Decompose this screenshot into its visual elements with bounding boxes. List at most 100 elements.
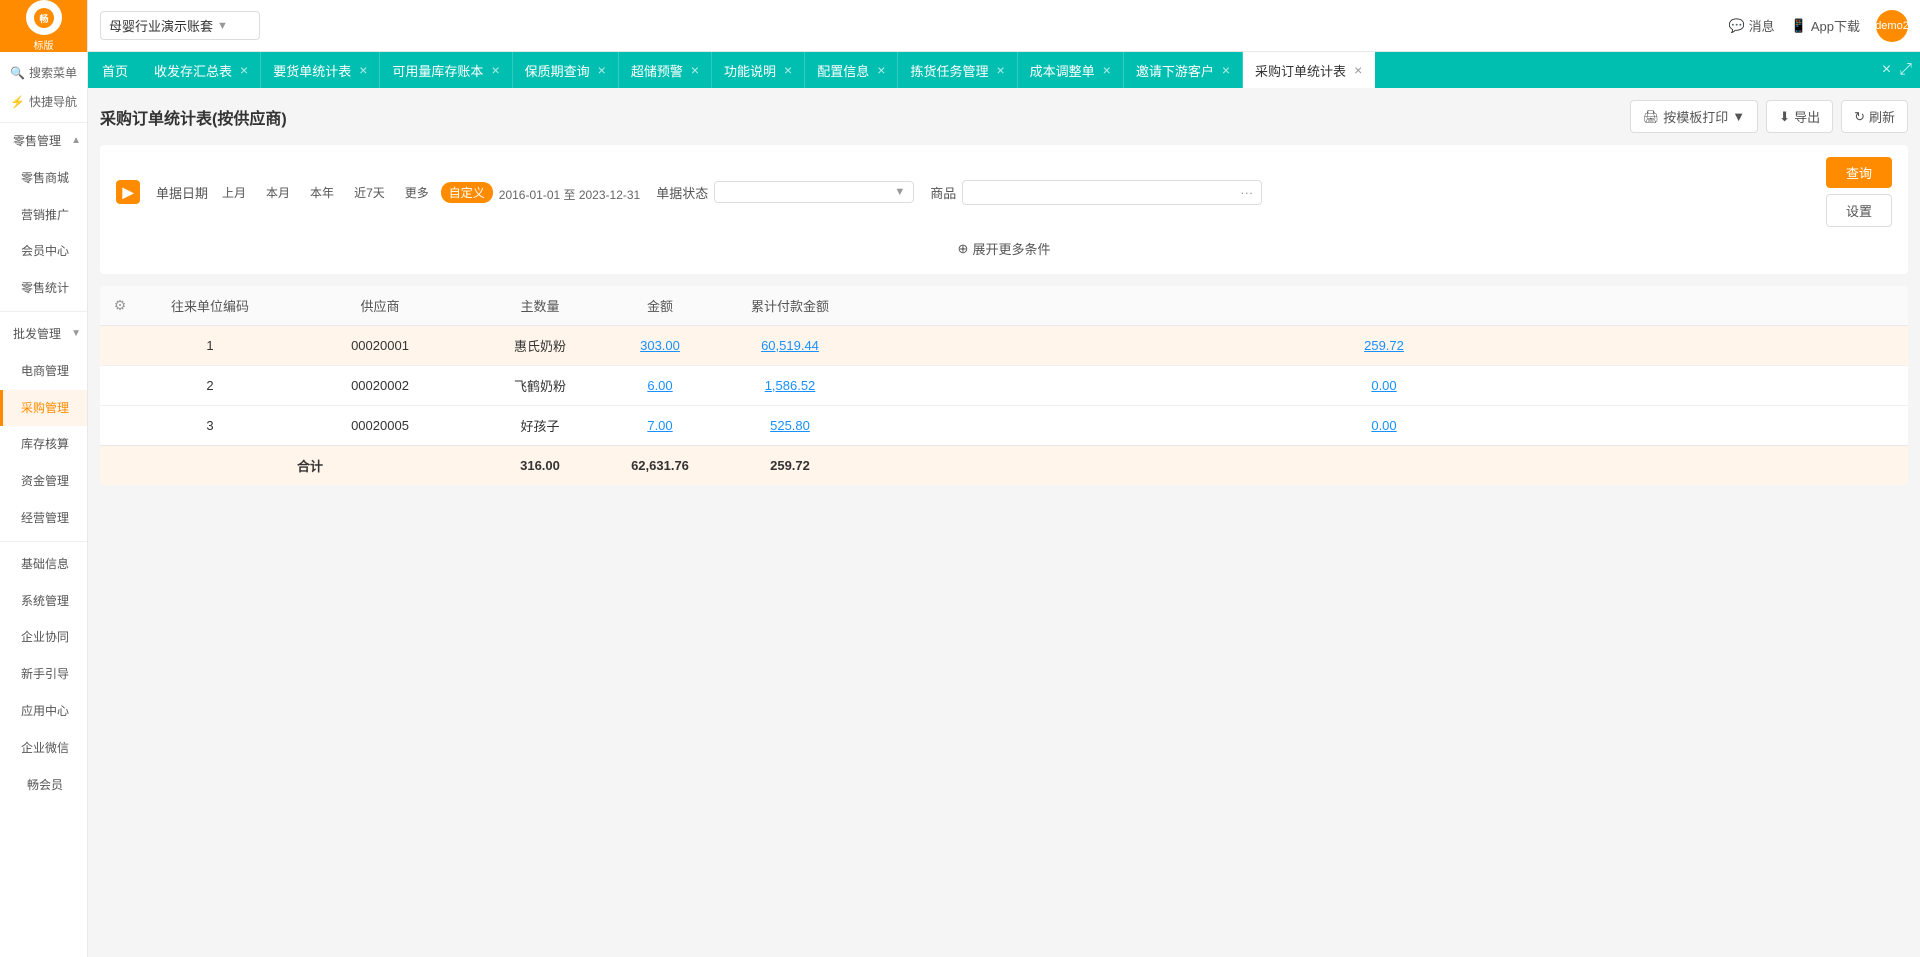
tab-close-receive-summary[interactable]: × (240, 63, 248, 77)
sidebar-item-ops[interactable]: 经营管理 (0, 500, 87, 537)
sidebar-item-member2[interactable]: 畅会员 (0, 767, 87, 804)
date-btn-this-month[interactable]: 本月 (258, 182, 298, 203)
row-paid-cell[interactable]: 0.00 (860, 406, 1908, 446)
sidebar-item-newbie[interactable]: 新手引导 (0, 656, 87, 693)
query-button[interactable]: 查询 (1826, 157, 1892, 188)
search-icon: 🔍 (10, 66, 25, 80)
svg-text:畅: 畅 (39, 13, 48, 24)
page-content: 采购订单统计表(按供应商) 🖨 按模板打印 ▼ ⬇ 导出 ↻ 刷新 (88, 88, 1920, 957)
tab-function-desc[interactable]: 功能说明 × (712, 52, 805, 88)
date-btn-more[interactable]: 更多 (397, 182, 437, 203)
row-paid-cell[interactable]: 0.00 (860, 366, 1908, 406)
filter-toggle-button[interactable]: ▶ (116, 180, 140, 204)
filter-date-item: 单据日期 上月 本月 本年 近7天 更多 自定义 2016-01-01 至 20… (156, 182, 640, 203)
col-qty-header: 主数量 (480, 286, 600, 326)
table-footer: 合计 316.00 62,631.76 259.72 (100, 446, 1908, 486)
main-content: 母婴行业演示账套 ▼ 💬 消息 📱 App下载 demo2 首页 收发存汇总表 … (88, 0, 1920, 957)
app-download-button[interactable]: 📱 App下载 (1791, 16, 1860, 35)
date-btn-last-month[interactable]: 上月 (214, 182, 254, 203)
row-qty-cell[interactable]: 303.00 (600, 326, 720, 366)
tab-close-all-button[interactable]: × (1882, 61, 1891, 79)
sidebar-item-ecommerce[interactable]: 电商管理 (0, 353, 87, 390)
refresh-icon: ↻ (1854, 109, 1865, 125)
footer-settings-cell (100, 446, 140, 486)
sidebar-item-finance[interactable]: 资金管理 (0, 463, 87, 500)
sidebar-item-shop[interactable]: 零售商城 (0, 160, 87, 197)
tab-close-order-summary[interactable]: × (359, 63, 367, 77)
row-num-cell: 1 (140, 326, 280, 366)
arrow-icon: ▼ (71, 327, 81, 341)
expand-row: ⊕ 展开更多条件 (116, 235, 1892, 262)
expand-more-conditions-button[interactable]: ⊕ 展开更多条件 (946, 235, 1063, 262)
tab-picking-task[interactable]: 拣货任务管理 × (898, 52, 1017, 88)
row-amount-cell[interactable]: 60,519.44 (720, 326, 860, 366)
tab-home[interactable]: 首页 (88, 52, 142, 88)
refresh-button[interactable]: ↻ 刷新 (1841, 100, 1908, 133)
app-logo[interactable]: 畅 标版 (0, 0, 87, 52)
page-title: 采购订单统计表(按供应商) (100, 105, 287, 129)
row-amount-cell[interactable]: 1,586.52 (720, 366, 860, 406)
row-amount-cell[interactable]: 525.80 (720, 406, 860, 446)
goods-input[interactable] (971, 185, 1240, 200)
tab-close-available-inventory[interactable]: × (491, 63, 499, 77)
col-supplier-header: 供应商 (280, 286, 480, 326)
sidebar-search-menu[interactable]: 🔍 搜索菜单 (4, 58, 83, 87)
tab-close-picking-task[interactable]: × (996, 63, 1004, 77)
tab-overstock-warning[interactable]: 超储预警 × (619, 52, 712, 88)
settings-button[interactable]: 设置 (1826, 194, 1892, 227)
tab-config-info[interactable]: 配置信息 × (805, 52, 898, 88)
tab-order-summary[interactable]: 要货单统计表 × (261, 52, 380, 88)
sidebar-shortcut-nav[interactable]: ⚡ 快捷导航 (4, 87, 83, 116)
sidebar-item-system[interactable]: 系统管理 (0, 583, 87, 620)
sidebar-item-marketing[interactable]: 营销推广 (0, 197, 87, 234)
row-supplier-cell: 飞鹤奶粉 (480, 366, 600, 406)
tab-close-function-desc[interactable]: × (784, 63, 792, 77)
export-button[interactable]: ⬇ 导出 (1766, 100, 1833, 133)
sidebar-item-enterprise-wechat[interactable]: 企业微信 (0, 730, 87, 767)
tab-expiry-query[interactable]: 保质期查询 × (513, 52, 619, 88)
tab-close-cost-adjust[interactable]: × (1103, 63, 1111, 77)
divider-1 (0, 311, 87, 312)
tab-close-overstock-warning[interactable]: × (691, 63, 699, 77)
tab-close-invite-downstream[interactable]: × (1222, 63, 1230, 77)
row-qty-cell[interactable]: 6.00 (600, 366, 720, 406)
workspace-arrow-icon: ▼ (217, 20, 228, 32)
user-avatar[interactable]: demo2 (1876, 10, 1908, 42)
tab-maximize-button[interactable]: ⤢ (1899, 61, 1912, 79)
tab-close-expiry-query[interactable]: × (598, 63, 606, 77)
date-btn-7-days[interactable]: 近7天 (346, 182, 393, 203)
date-custom-badge[interactable]: 自定义 (441, 182, 493, 203)
export-icon: ⬇ (1779, 109, 1790, 125)
tab-close-config-info[interactable]: × (877, 63, 885, 77)
sidebar-item-wholesale[interactable]: 批发管理 ▼ (0, 316, 87, 353)
expand-icon: ⊕ (958, 241, 969, 257)
status-select-arrow-icon: ▼ (894, 186, 905, 198)
sidebar-item-member[interactable]: 会员中心 (0, 233, 87, 270)
message-button[interactable]: 💬 消息 (1728, 16, 1774, 35)
tab-close-purchase-summary[interactable]: × (1354, 63, 1362, 77)
tab-purchase-summary[interactable]: 采购订单统计表 × (1243, 52, 1375, 88)
row-qty-cell[interactable]: 7.00 (600, 406, 720, 446)
sidebar-item-inventory[interactable]: 库存核算 (0, 426, 87, 463)
tab-invite-downstream[interactable]: 邀请下游客户 × (1124, 52, 1243, 88)
table-body: 1 00020001 惠氏奶粉 303.00 60,519.44 259.72 … (100, 326, 1908, 446)
workspace-selector[interactable]: 母婴行业演示账套 ▼ (100, 11, 260, 40)
footer-label-cell: 合计 (140, 446, 480, 486)
date-btn-this-year[interactable]: 本年 (302, 182, 342, 203)
sidebar-item-purchase[interactable]: 采购管理 (0, 390, 87, 427)
row-paid-cell[interactable]: 259.72 (860, 326, 1908, 366)
tab-available-inventory[interactable]: 可用量库存账本 × (380, 52, 512, 88)
sidebar-item-app-center[interactable]: 应用中心 (0, 693, 87, 730)
column-settings-icon[interactable]: ⚙ (114, 297, 127, 313)
template-print-button[interactable]: 🖨 按模板打印 ▼ (1630, 100, 1758, 133)
sidebar-item-basic[interactable]: 基础信息 (0, 546, 87, 583)
tab-cost-adjust[interactable]: 成本调整单 × (1018, 52, 1124, 88)
goods-more-icon[interactable]: ··· (1240, 185, 1253, 200)
sidebar-item-retail-stat[interactable]: 零售统计 (0, 270, 87, 307)
tab-receive-summary[interactable]: 收发存汇总表 × (142, 52, 261, 88)
sidebar-item-corp[interactable]: 企业协同 (0, 619, 87, 656)
sidebar-item-retail[interactable]: 零售管理 ▲ (0, 123, 87, 160)
template-arrow-icon: ▼ (1732, 109, 1745, 124)
workspace-name: 母婴行业演示账套 (109, 16, 213, 35)
status-select[interactable]: ▼ (714, 181, 914, 203)
